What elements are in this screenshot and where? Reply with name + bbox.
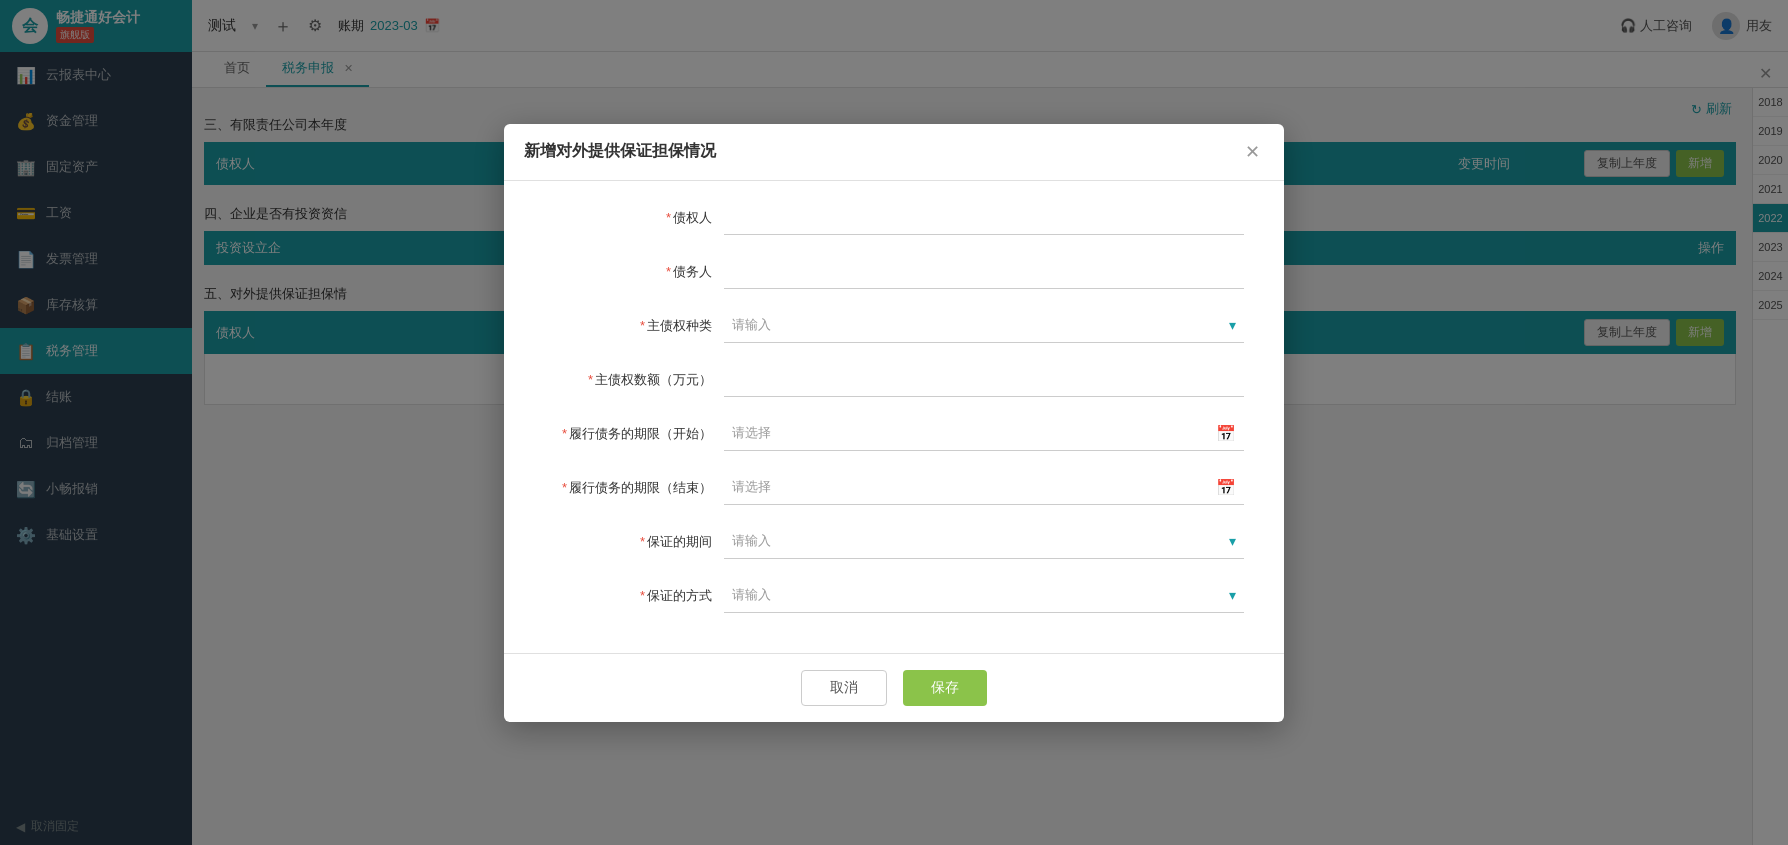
form-row-creditor: *债权人 — [544, 201, 1244, 235]
chevron-down-icon: ▾ — [1229, 317, 1236, 333]
modal-close-icon[interactable]: ✕ — [1240, 140, 1264, 164]
required-marker: * — [666, 264, 671, 279]
form-row-claim-amount: *主债权数额（万元） — [544, 363, 1244, 397]
claim-amount-input[interactable] — [724, 363, 1244, 397]
chevron-down-icon: ▾ — [1229, 587, 1236, 603]
required-marker: * — [640, 534, 645, 549]
debtor-label: *债务人 — [544, 263, 724, 281]
guarantee-period-placeholder: 请输入 — [732, 532, 771, 550]
modal-overlay: 新增对外提供保证担保情况 ✕ *债权人 *债务人 *主债权种类 — [0, 0, 1788, 845]
guarantee-period-select[interactable]: 请输入 ▾ — [724, 525, 1244, 559]
modal-footer: 取消 保存 — [504, 653, 1284, 722]
guarantee-method-placeholder: 请输入 — [732, 586, 771, 604]
required-marker: * — [562, 426, 567, 441]
claim-type-select[interactable]: 请输入 ▾ — [724, 309, 1244, 343]
form-row-period-start: *履行债务的期限（开始） 请选择 📅 — [544, 417, 1244, 451]
claim-amount-label: *主债权数额（万元） — [544, 371, 724, 389]
modal-title: 新增对外提供保证担保情况 — [524, 141, 716, 162]
required-marker: * — [588, 372, 593, 387]
form-row-period-end: *履行债务的期限（结束） 请选择 📅 — [544, 471, 1244, 505]
claim-type-placeholder: 请输入 — [732, 316, 771, 334]
period-start-label: *履行债务的期限（开始） — [544, 425, 724, 443]
form-row-guarantee-period: *保证的期间 请输入 ▾ — [544, 525, 1244, 559]
guarantee-method-label: *保证的方式 — [544, 587, 724, 605]
guarantee-period-label: *保证的期间 — [544, 533, 724, 551]
calendar-start-icon: 📅 — [1216, 424, 1236, 443]
creditor-input[interactable] — [724, 201, 1244, 235]
cancel-button[interactable]: 取消 — [801, 670, 887, 706]
claim-type-label: *主债权种类 — [544, 317, 724, 335]
debtor-input[interactable] — [724, 255, 1244, 289]
period-end-picker[interactable]: 请选择 📅 — [724, 471, 1244, 505]
period-end-placeholder: 请选择 — [732, 478, 771, 496]
period-start-placeholder: 请选择 — [732, 424, 771, 442]
modal-body: *债权人 *债务人 *主债权种类 请输入 ▾ — [504, 181, 1284, 653]
required-marker: * — [640, 588, 645, 603]
required-marker: * — [640, 318, 645, 333]
period-end-label: *履行债务的期限（结束） — [544, 479, 724, 497]
period-start-picker[interactable]: 请选择 📅 — [724, 417, 1244, 451]
creditor-label: *债权人 — [544, 209, 724, 227]
required-marker: * — [562, 480, 567, 495]
calendar-end-icon: 📅 — [1216, 478, 1236, 497]
required-marker: * — [666, 210, 671, 225]
form-row-guarantee-method: *保证的方式 请输入 ▾ — [544, 579, 1244, 613]
modal: 新增对外提供保证担保情况 ✕ *债权人 *债务人 *主债权种类 — [504, 124, 1284, 722]
form-row-claim-type: *主债权种类 请输入 ▾ — [544, 309, 1244, 343]
form-row-debtor: *债务人 — [544, 255, 1244, 289]
guarantee-method-select[interactable]: 请输入 ▾ — [724, 579, 1244, 613]
chevron-down-icon: ▾ — [1229, 533, 1236, 549]
modal-header: 新增对外提供保证担保情况 ✕ — [504, 124, 1284, 181]
save-button[interactable]: 保存 — [903, 670, 987, 706]
